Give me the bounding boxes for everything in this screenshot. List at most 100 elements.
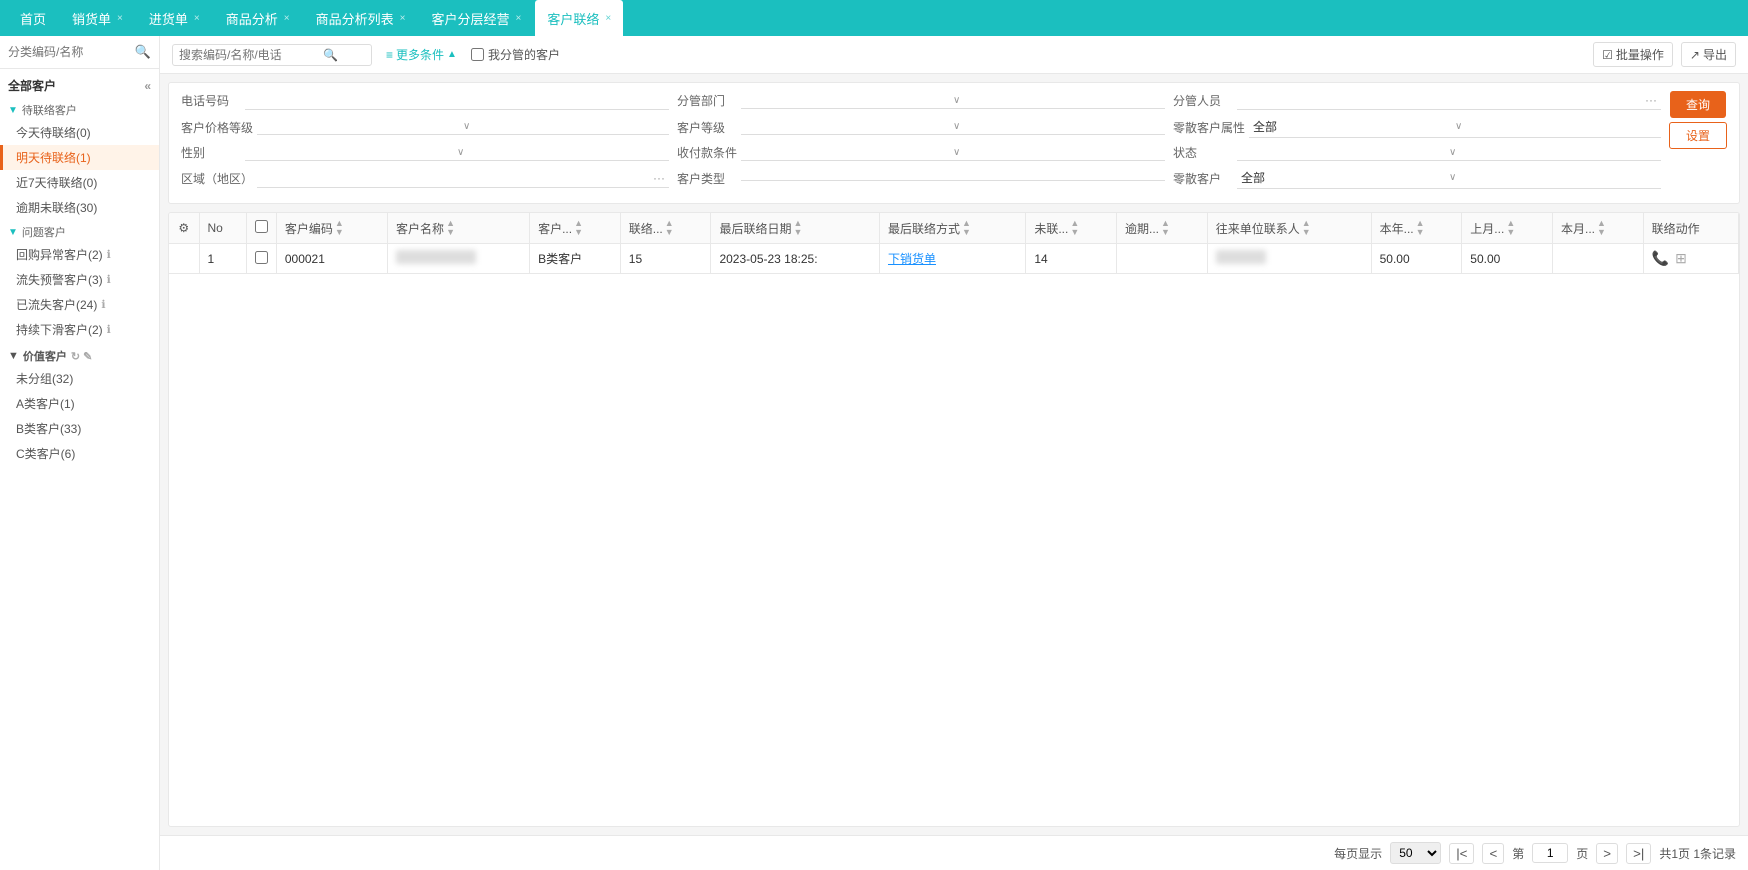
info-icon-3[interactable]: ℹ (101, 298, 105, 311)
nav-product-analysis[interactable]: 商品分析 × (214, 0, 302, 36)
region-dots-icon[interactable]: ··· (653, 171, 665, 185)
table-row: 1 000021 B类客户 15 2023-05-23 18:25: 下销货单 (169, 244, 1739, 274)
per-page-select[interactable]: 50 100 (1390, 842, 1441, 864)
th-unit-contact[interactable]: 往来单位联系人 ▲▼ (1207, 213, 1371, 244)
th-code[interactable]: 客户编码 ▲▼ (276, 213, 387, 244)
person-label: 分管人员 (1173, 92, 1233, 109)
info-icon-2[interactable]: ℹ (107, 273, 111, 286)
sidebar-collapse-icon[interactable]: « (144, 79, 151, 93)
td-type: B类客户 (530, 244, 621, 274)
sidebar-item-overdue-pending[interactable]: 逾期未联络(30) (0, 195, 159, 220)
th-last-month[interactable]: 上月... ▲▼ (1462, 213, 1553, 244)
dept-select[interactable]: ∨ (741, 93, 1165, 109)
first-page-btn[interactable]: |< (1449, 843, 1474, 864)
sidebar-item-churned[interactable]: 已流失客户(24) ℹ (0, 292, 159, 317)
sidebar-search-icon[interactable]: 🔍 (135, 44, 151, 60)
prev-page-btn[interactable]: < (1482, 843, 1504, 864)
batch-operations-btn[interactable]: ☑ 批量操作 (1593, 42, 1673, 67)
sidebar-item-churn-warning[interactable]: 流失预警客户(3) ℹ (0, 267, 159, 292)
pending-arrow-icon: ▼ (8, 105, 18, 116)
my-customers-check[interactable] (471, 48, 484, 61)
person-dots-icon[interactable]: ··· (1645, 93, 1657, 107)
phone-action-icon[interactable]: 📞 (1652, 250, 1669, 267)
price-level-select[interactable]: ∨ (257, 119, 669, 135)
payment-select[interactable]: ∨ (741, 145, 1165, 161)
nav-purchase-order[interactable]: 进货单 × (137, 0, 212, 36)
my-customers-checkbox[interactable]: 我分管的客户 (471, 46, 560, 63)
dept-label: 分管部门 (677, 92, 737, 109)
th-this-year[interactable]: 本年... ▲▼ (1371, 213, 1462, 244)
nav-customer-contact[interactable]: 客户联络 × (535, 0, 623, 36)
close-customer-tier-icon[interactable]: × (515, 13, 521, 24)
th-name[interactable]: 客户名称 ▲▼ (388, 213, 530, 244)
edit-icon[interactable]: ✎ (83, 350, 92, 363)
table-body: 1 000021 B类客户 15 2023-05-23 18:25: 下销货单 (169, 244, 1739, 274)
sidebar-item-abnormal-repurchase[interactable]: 回购异常客户(2) ℹ (0, 242, 159, 267)
filter-icon: ≡ (386, 48, 393, 62)
close-sales-order-icon[interactable]: × (117, 13, 123, 24)
level-label: 客户等级 (677, 119, 737, 136)
qr-action-icon[interactable]: ⊞ (1675, 250, 1687, 267)
td-uncontacted: 14 (1026, 244, 1117, 274)
customer-type-select[interactable] (741, 176, 1165, 181)
level-arrow-icon: ∨ (953, 121, 1161, 132)
region-label: 区域（地区） (181, 170, 253, 187)
page-number-input[interactable] (1532, 843, 1568, 863)
sidebar-item-declining[interactable]: 持续下滑客户(2) ℹ (0, 317, 159, 342)
retail-customer-label: 零散客户 (1173, 170, 1233, 187)
nav-home[interactable]: 首页 (8, 0, 58, 36)
level-select[interactable]: ∨ (741, 119, 1165, 135)
last-method-link[interactable]: 下销货单 (888, 252, 936, 266)
toolbar-search-icon[interactable]: 🔍 (323, 48, 338, 62)
close-product-analysis-icon[interactable]: × (284, 13, 290, 24)
th-gear[interactable]: ⚙ (169, 213, 199, 244)
data-table: ⚙ No 客户编码 ▲▼ (169, 213, 1739, 274)
sidebar-item-today-pending[interactable]: 今天待联络(0) (0, 120, 159, 145)
sort-last-method-icon: ▲▼ (962, 219, 971, 237)
filter-level: 客户等级 ∨ (677, 119, 1165, 136)
info-icon-4[interactable]: ℹ (107, 323, 111, 336)
th-last-date[interactable]: 最后联络日期 ▲▼ (711, 213, 880, 244)
td-last-month: 50.00 (1462, 244, 1553, 274)
th-overdue[interactable]: 逾期... ▲▼ (1117, 213, 1208, 244)
export-btn[interactable]: ↗ 导出 (1681, 42, 1736, 67)
select-all-checkbox[interactable] (255, 220, 268, 233)
nav-customer-tier[interactable]: 客户分层经营 × (419, 0, 533, 36)
sidebar-item-c-customers[interactable]: C类客户(6) (0, 441, 159, 466)
th-uncontacted[interactable]: 未联... ▲▼ (1026, 213, 1117, 244)
sidebar-item-ungrouped[interactable]: 未分组(32) (0, 366, 159, 391)
th-checkbox (246, 213, 276, 244)
th-contact[interactable]: 联络... ▲▼ (620, 213, 711, 244)
phone-input[interactable] (245, 91, 669, 110)
retail-attr-select[interactable]: 全部 ∨ (1249, 116, 1661, 138)
gender-select[interactable]: ∨ (245, 145, 669, 161)
toolbar-search-input[interactable] (179, 48, 319, 62)
sidebar-item-b-customers[interactable]: B类客户(33) (0, 416, 159, 441)
info-icon-1[interactable]: ℹ (107, 248, 111, 261)
th-type[interactable]: 客户... ▲▼ (530, 213, 621, 244)
close-customer-contact-icon[interactable]: × (605, 13, 611, 24)
gear-icon[interactable]: ⚙ (178, 221, 189, 235)
nav-product-analysis-list[interactable]: 商品分析列表 × (304, 0, 418, 36)
query-btn[interactable]: 查询 (1670, 91, 1726, 118)
th-this-month[interactable]: 本月... ▲▼ (1552, 213, 1643, 244)
all-customers-header: 全部客户 « (0, 69, 159, 98)
sidebar-item-tomorrow-pending[interactable]: 明天待联络(1) (0, 145, 159, 170)
pending-group-title: ▼ 待联络客户 (0, 98, 159, 120)
status-select[interactable]: ∨ (1237, 145, 1661, 161)
retail-customer-select[interactable]: 全部 ∨ (1237, 167, 1661, 189)
sidebar-item-a-customers[interactable]: A类客户(1) (0, 391, 159, 416)
next-page-btn[interactable]: > (1596, 843, 1618, 864)
set-btn[interactable]: 设置 (1669, 122, 1727, 149)
more-filter-btn[interactable]: ≡ 更多条件 ▲ (380, 43, 463, 66)
last-page-btn[interactable]: >| (1626, 843, 1651, 864)
sidebar-search-input[interactable] (8, 45, 131, 59)
close-product-analysis-list-icon[interactable]: × (400, 13, 406, 24)
th-last-method[interactable]: 最后联络方式 ▲▼ (879, 213, 1025, 244)
row-checkbox[interactable] (255, 251, 268, 264)
refresh-icon[interactable]: ↻ (71, 350, 80, 363)
sidebar-item-7days-pending[interactable]: 近7天待联络(0) (0, 170, 159, 195)
nav-sales-order[interactable]: 销货单 × (60, 0, 135, 36)
filter-gender: 性别 ∨ (181, 144, 669, 161)
close-purchase-order-icon[interactable]: × (194, 13, 200, 24)
